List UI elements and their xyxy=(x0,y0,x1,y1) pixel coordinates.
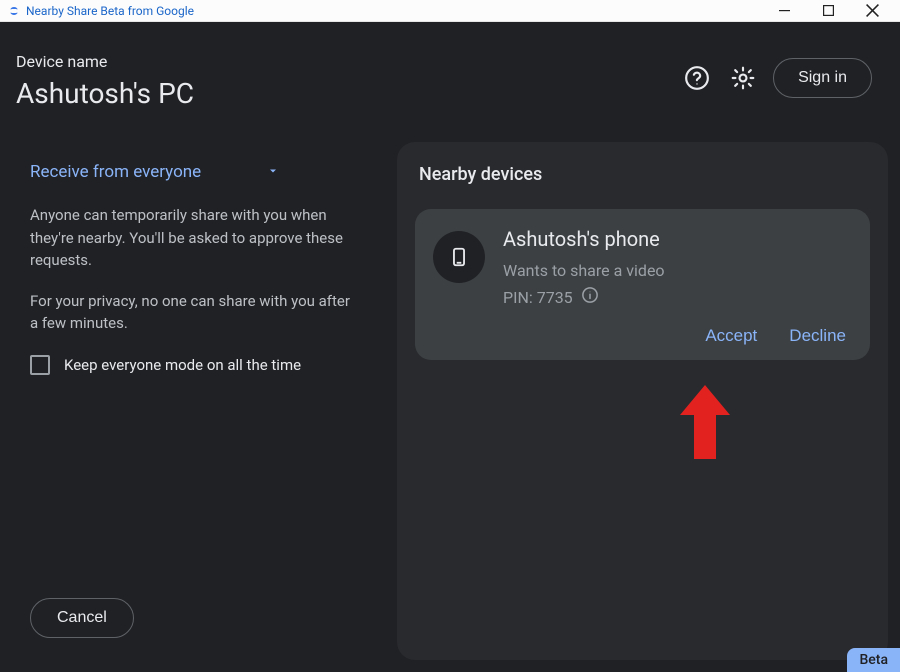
nearby-devices-title: Nearby devices xyxy=(419,164,870,185)
chevron-down-icon xyxy=(267,162,279,182)
device-name-value: Ashutosh's PC xyxy=(16,76,194,111)
share-subtitle: Wants to share a video xyxy=(503,261,850,280)
device-name-block: Device name Ashutosh's PC xyxy=(16,52,194,111)
receive-mode-desc-2: For your privacy, no one can share with … xyxy=(30,290,350,335)
cancel-button[interactable]: Cancel xyxy=(30,598,134,638)
minimize-button[interactable] xyxy=(762,0,806,22)
keep-everyone-checkbox-row[interactable]: Keep everyone mode on all the time xyxy=(30,355,350,375)
keep-everyone-checkbox[interactable] xyxy=(30,355,50,375)
app-body: Device name Ashutosh's PC Sign in Receiv… xyxy=(0,22,900,672)
window-controls xyxy=(762,0,894,22)
receive-mode-desc-1: Anyone can temporarily share with you wh… xyxy=(30,204,350,272)
window-title: Nearby Share Beta from Google xyxy=(26,4,194,18)
receive-mode-label: Receive from everyone xyxy=(30,162,201,182)
receive-mode-dropdown[interactable]: Receive from everyone xyxy=(30,162,350,182)
sender-name: Ashutosh's phone xyxy=(503,227,850,251)
nearby-devices-panel: Nearby devices Ashutosh's phone Wants to… xyxy=(397,142,888,660)
accept-button[interactable]: Accept xyxy=(705,326,757,346)
device-name-label: Device name xyxy=(16,52,194,72)
window-titlebar: Nearby Share Beta from Google xyxy=(0,0,900,22)
phone-icon xyxy=(433,231,485,283)
pin-row: PIN: 7735 xyxy=(503,286,850,308)
help-icon[interactable] xyxy=(681,62,713,94)
decline-button[interactable]: Decline xyxy=(789,326,846,346)
maximize-button[interactable] xyxy=(806,0,850,22)
info-icon[interactable] xyxy=(581,286,599,308)
close-button[interactable] xyxy=(850,0,894,22)
app-icon xyxy=(8,5,20,17)
incoming-share-card: Ashutosh's phone Wants to share a video … xyxy=(415,209,870,360)
beta-badge: Beta xyxy=(847,648,900,672)
left-panel: Receive from everyone Anyone can tempora… xyxy=(30,162,350,375)
keep-everyone-label: Keep everyone mode on all the time xyxy=(64,356,301,374)
pin-label: PIN: 7735 xyxy=(503,288,573,307)
gear-icon[interactable] xyxy=(727,62,759,94)
signin-button[interactable]: Sign in xyxy=(773,58,872,98)
